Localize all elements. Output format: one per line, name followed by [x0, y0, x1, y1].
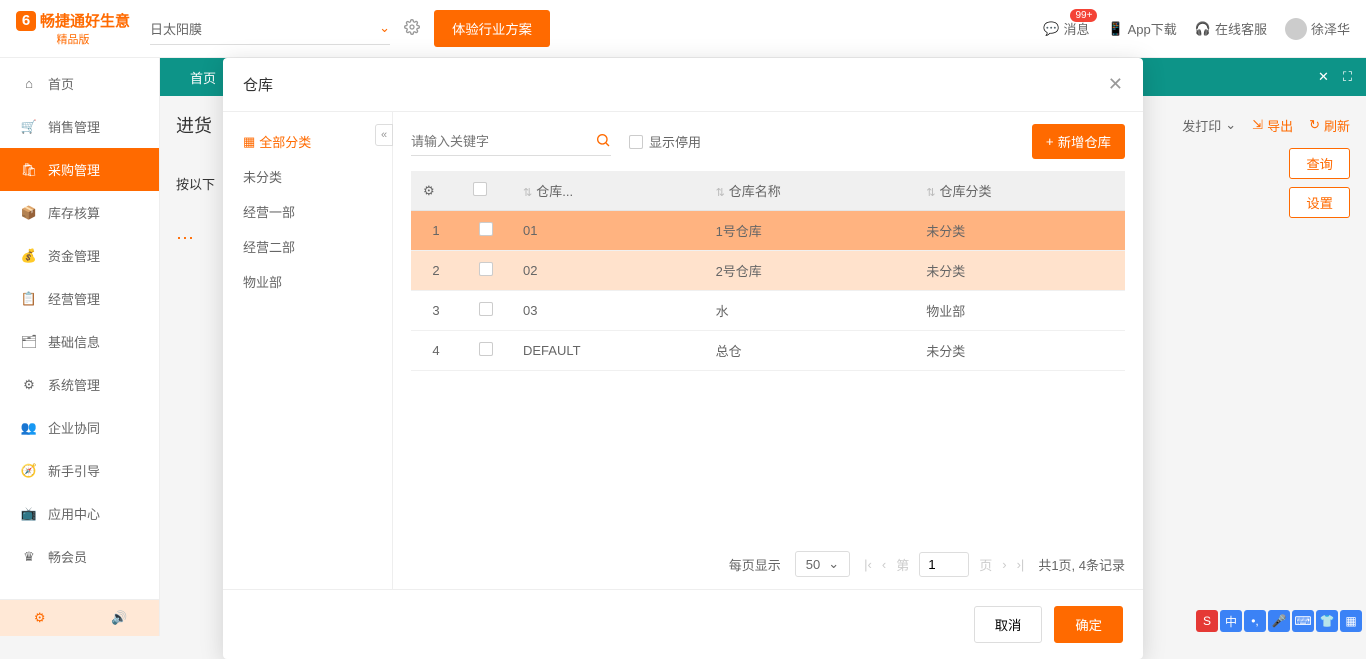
ime-logo-icon[interactable]: S	[1196, 610, 1218, 632]
page-prefix: 第	[896, 555, 909, 574]
grid-icon: ▦	[243, 134, 255, 150]
row-checkbox[interactable]	[461, 291, 511, 331]
show-disabled-label: 显示停用	[649, 132, 701, 151]
show-disabled-checkbox[interactable]: 显示停用	[629, 132, 701, 151]
category-item[interactable]: 未分类	[223, 159, 392, 194]
ime-lang-button[interactable]: 中	[1220, 610, 1242, 632]
cell-category: 未分类	[914, 211, 1125, 251]
ime-toolbox-icon[interactable]: ▦	[1340, 610, 1362, 632]
per-page-label: 每页显示	[729, 555, 781, 574]
modal-title: 仓库	[243, 74, 273, 95]
cell-name: 2号仓库	[704, 251, 915, 291]
warehouse-modal: 仓库 ✕ « ▦全部分类 未分类 经营一部 经营二部 物业部	[223, 58, 1143, 659]
checkbox-icon	[473, 182, 487, 196]
plus-icon: +	[1046, 134, 1054, 149]
category-panel: « ▦全部分类 未分类 经营一部 经营二部 物业部	[223, 112, 393, 589]
checkbox-icon	[479, 302, 493, 316]
cell-code: 03	[511, 291, 704, 331]
category-item[interactable]: 物业部	[223, 264, 392, 299]
row-index: 1	[411, 211, 461, 251]
warehouse-table: ⚙ 仓库... 仓库名称 仓库分类 1 01 1号仓库	[411, 171, 1125, 371]
cell-name: 1号仓库	[704, 211, 915, 251]
page-suffix: 页	[979, 555, 992, 574]
page-input[interactable]	[919, 552, 969, 577]
cell-code: DEFAULT	[511, 331, 704, 371]
col-settings[interactable]: ⚙	[411, 171, 461, 211]
per-page-select[interactable]: 50 ⌄	[795, 551, 850, 577]
table-row[interactable]: 1 01 1号仓库 未分类	[411, 211, 1125, 251]
row-index: 3	[411, 291, 461, 331]
row-checkbox[interactable]	[461, 331, 511, 371]
cancel-button[interactable]: 取消	[974, 606, 1043, 643]
ime-skin-icon[interactable]: 👕	[1316, 610, 1338, 632]
table-row[interactable]: 2 02 2号仓库 未分类	[411, 251, 1125, 291]
page-summary: 共1页, 4条记录	[1038, 555, 1125, 574]
cell-category: 未分类	[914, 251, 1125, 291]
confirm-button[interactable]: 确定	[1054, 606, 1123, 643]
row-checkbox[interactable]	[461, 251, 511, 291]
category-all[interactable]: ▦全部分类	[223, 124, 392, 159]
search-box	[411, 128, 611, 156]
close-icon[interactable]: ✕	[1108, 74, 1123, 95]
checkbox-icon	[479, 222, 493, 236]
category-label: 全部分类	[259, 132, 311, 151]
col-checkbox[interactable]	[461, 171, 511, 211]
gear-icon: ⚙	[423, 183, 435, 198]
cell-category: 物业部	[914, 291, 1125, 331]
ime-mic-icon[interactable]: 🎤	[1268, 610, 1290, 632]
prev-page-icon[interactable]: ‹	[882, 557, 886, 572]
table-row[interactable]: 4 DEFAULT 总仓 未分类	[411, 331, 1125, 371]
modal-overlay: 仓库 ✕ « ▦全部分类 未分类 经营一部 经营二部 物业部	[0, 0, 1366, 636]
cell-code: 01	[511, 211, 704, 251]
cell-category: 未分类	[914, 331, 1125, 371]
cell-name: 总仓	[704, 331, 915, 371]
col-category[interactable]: 仓库分类	[914, 171, 1125, 211]
table-row[interactable]: 3 03 水 物业部	[411, 291, 1125, 331]
row-index: 2	[411, 251, 461, 291]
ime-taskbar: S 中 •, 🎤 ⌨ 👕 ▦	[1196, 610, 1362, 632]
category-item[interactable]: 经营一部	[223, 194, 392, 229]
checkbox-icon	[479, 262, 493, 276]
ime-punct-icon[interactable]: •,	[1244, 610, 1266, 632]
col-code[interactable]: 仓库...	[511, 171, 704, 211]
first-page-icon[interactable]: |‹	[864, 557, 872, 572]
add-button-label: 新增仓库	[1058, 132, 1111, 151]
add-warehouse-button[interactable]: + 新增仓库	[1032, 124, 1125, 159]
next-page-icon[interactable]: ›	[1002, 557, 1006, 572]
col-name[interactable]: 仓库名称	[704, 171, 915, 211]
checkbox-icon	[479, 342, 493, 356]
cell-code: 02	[511, 251, 704, 291]
row-checkbox[interactable]	[461, 211, 511, 251]
search-icon[interactable]	[595, 132, 611, 151]
ime-keyboard-icon[interactable]: ⌨	[1292, 610, 1314, 632]
checkbox-icon	[629, 135, 643, 149]
cell-name: 水	[704, 291, 915, 331]
collapse-handle-icon[interactable]: «	[375, 124, 393, 146]
last-page-icon[interactable]: ›|	[1017, 557, 1025, 572]
category-item[interactable]: 经营二部	[223, 229, 392, 264]
search-input[interactable]	[411, 128, 595, 155]
per-page-value: 50	[806, 557, 820, 572]
row-index: 4	[411, 331, 461, 371]
pagination: 每页显示 50 ⌄ |‹ ‹ 第 页 › ›| 共1页, 4条记录	[411, 551, 1125, 577]
chevron-down-icon: ⌄	[828, 556, 839, 572]
